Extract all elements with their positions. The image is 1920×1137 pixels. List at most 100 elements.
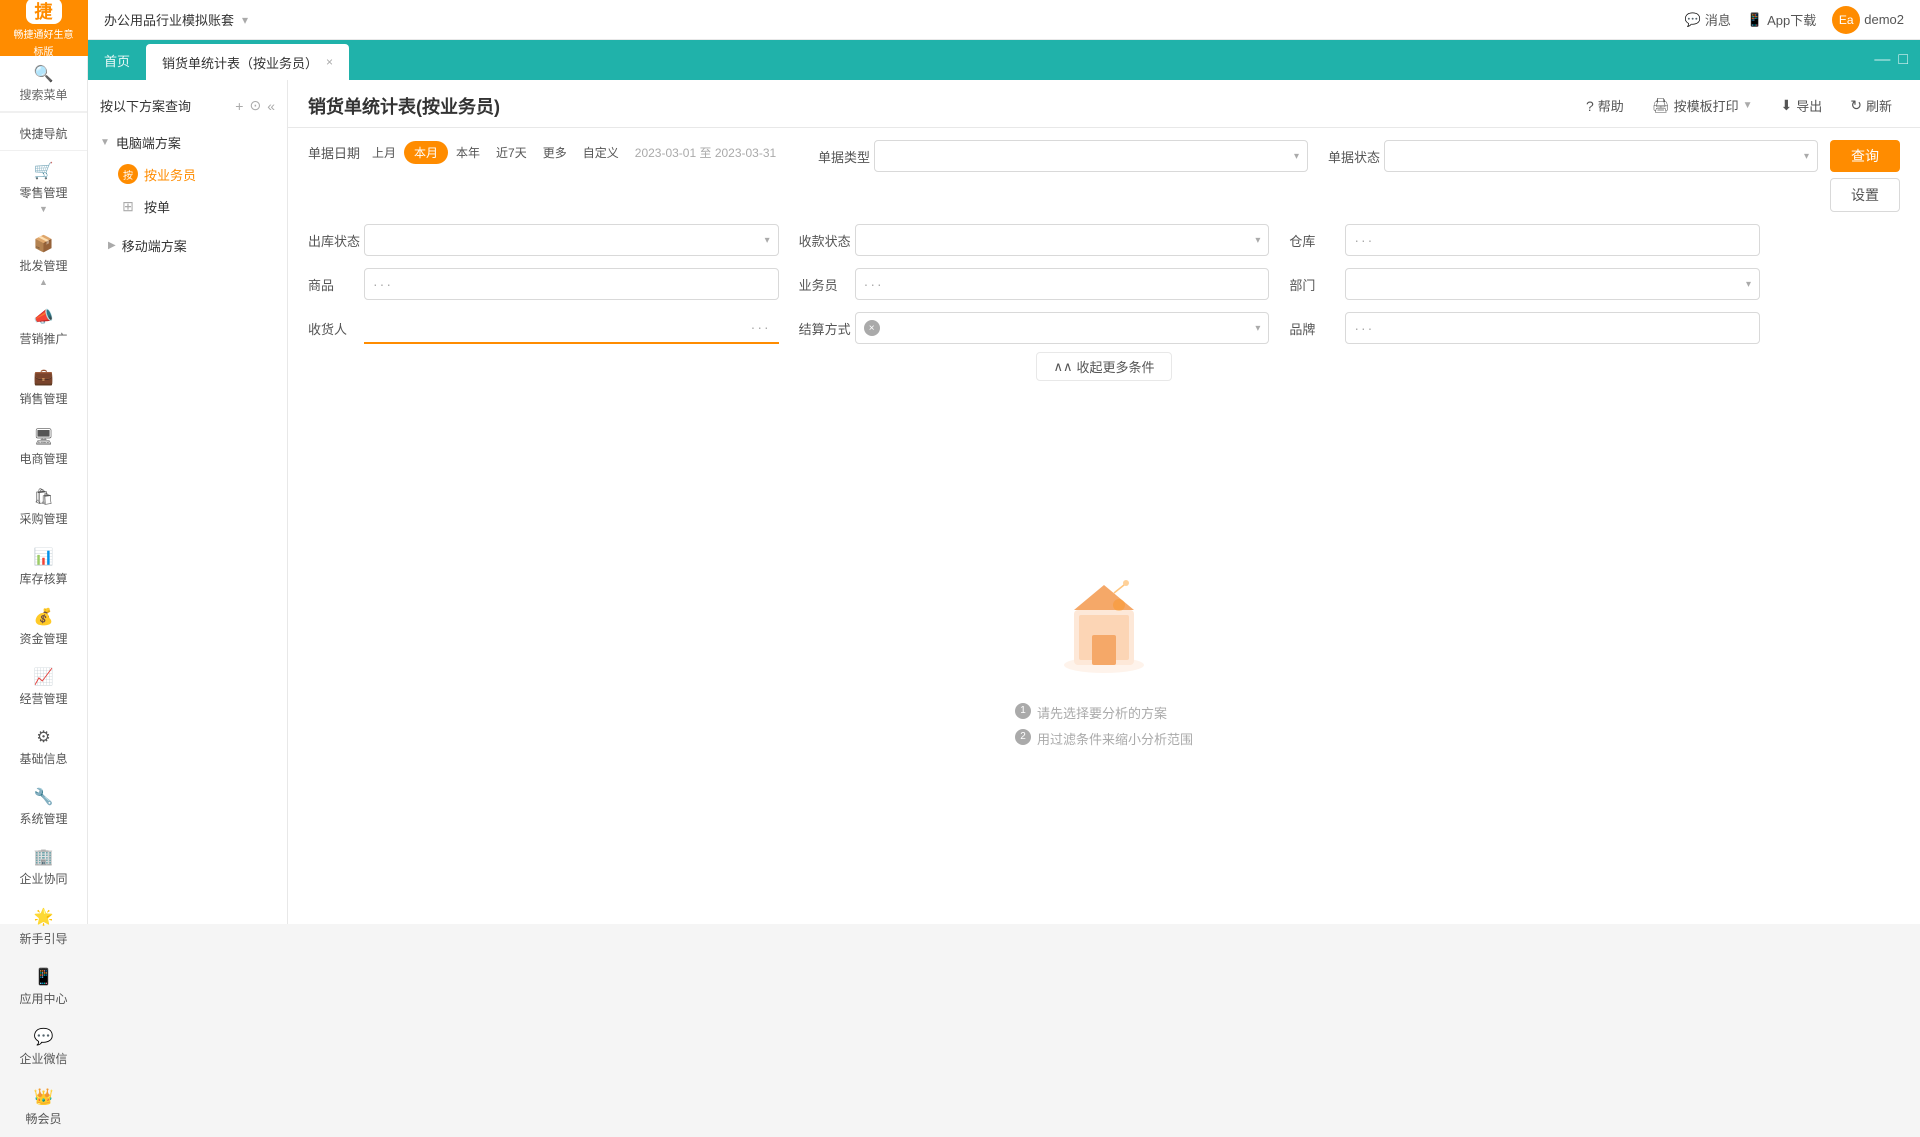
settlement-input[interactable]: × ▾ <box>855 312 1270 344</box>
quick-nav-label[interactable]: 快捷导航 <box>19 121 67 146</box>
date-tab-this-year[interactable]: 本年 <box>448 140 488 165</box>
breadcrumb-dropdown-icon[interactable]: ▾ <box>242 13 248 27</box>
settings-scheme-icon[interactable]: ⊙ <box>249 97 261 114</box>
sidebar-item-wholesale[interactable]: 📦 批发管理 ▲ <box>0 224 87 297</box>
settlement-dropdown-icon: ▾ <box>1255 323 1260 334</box>
system-icon: 🔧 <box>34 787 54 807</box>
left-panel-title: 按以下方案查询 <box>100 96 191 115</box>
department-input[interactable]: ▾ <box>1345 268 1760 300</box>
doc-type-input[interactable]: ▾ <box>874 140 1308 172</box>
basics-label: 基础信息 <box>19 750 67 767</box>
enterprise-label: 企业协同 <box>19 870 67 887</box>
collapse-more-button[interactable]: ∧∧ 收起更多条件 <box>1036 352 1171 381</box>
user-name: demo2 <box>1864 12 1904 27</box>
refresh-icon: ↻ <box>1850 97 1862 114</box>
tab-bar-controls: — □ <box>1874 51 1920 69</box>
collapse-panel-icon[interactable]: « <box>267 98 275 114</box>
receiver-input[interactable]: ··· <box>364 312 779 344</box>
sidebar-item-marketing[interactable]: 📣 营销推广 <box>0 297 87 357</box>
warehouse-input[interactable]: ··· <box>1345 224 1760 256</box>
logo-symbol: 捷 <box>35 0 53 24</box>
department-filter: 部门 ▾ <box>1289 268 1760 300</box>
message-action[interactable]: 💬 消息 <box>1685 10 1731 29</box>
page-header: 销货单统计表(按业务员) ? 帮助 🖨 按模板打印 ▼ ⬇ 导出 <box>288 80 1920 128</box>
sidebar-item-basics[interactable]: ⚙ 基础信息 <box>0 717 87 777</box>
date-tab-last-month[interactable]: 上月 <box>364 140 404 165</box>
doc-status-input[interactable]: ▾ <box>1384 140 1818 172</box>
receiver-dots: ··· <box>751 319 771 335</box>
sidebar-item-appcenter[interactable]: 📱 应用中心 <box>0 957 87 1017</box>
print-dropdown-icon[interactable]: ▼ <box>1743 100 1753 111</box>
payment-label: 收款状态 <box>799 231 855 250</box>
collapse-label: 收起更多条件 <box>1077 357 1155 376</box>
help-button[interactable]: ? 帮助 <box>1578 92 1632 119</box>
date-tab-custom[interactable]: 自定义 <box>575 140 627 165</box>
app-download-action[interactable]: 📱 App下载 <box>1747 10 1816 29</box>
refresh-button[interactable]: ↻ 刷新 <box>1842 92 1900 119</box>
export-button[interactable]: ⬇ 导出 <box>1773 92 1831 119</box>
collapse-up-icon: ∧∧ <box>1053 359 1072 375</box>
tip-item-2: 2 用过滤条件来缩小分析范围 <box>1015 727 1193 753</box>
retail-icon: 🛒 <box>34 161 54 181</box>
sidebar-item-enterprise[interactable]: 🏢 企业协同 <box>0 837 87 897</box>
doc-type-filter: 单据类型 ▾ <box>818 140 1308 172</box>
sidebar-item-retail[interactable]: 🛒 零售管理 ▼ <box>0 151 87 224</box>
right-panel: 销货单统计表(按业务员) ? 帮助 🖨 按模板打印 ▼ ⬇ 导出 <box>288 80 1920 924</box>
sidebar-item-finance[interactable]: 💰 资金管理 <box>0 597 87 657</box>
sidebar-item-purchase[interactable]: 🛍 采购管理 <box>0 477 87 537</box>
date-tab-7days[interactable]: 近7天 <box>488 140 535 165</box>
appcenter-icon: 📱 <box>34 967 54 987</box>
shipment-input[interactable]: ▾ <box>364 224 779 256</box>
tab-minimize-button[interactable]: — <box>1874 51 1890 69</box>
sidebar-item-sales[interactable]: 💼 销售管理 <box>0 357 87 417</box>
export-icon: ⬇ <box>1781 97 1793 114</box>
marketing-label: 营销推广 <box>19 330 67 347</box>
warehouse-label: 仓库 <box>1289 231 1345 250</box>
salesperson-label: 业务员 <box>799 275 855 294</box>
brand-input[interactable]: ··· <box>1345 312 1760 344</box>
user-profile[interactable]: Ea demo2 <box>1832 6 1904 34</box>
salesperson-input[interactable]: ··· <box>855 268 1270 300</box>
add-scheme-icon[interactable]: + <box>235 98 243 114</box>
tree-mobile-label: 移动端方案 <box>122 236 187 255</box>
settlement-clear-icon[interactable]: × <box>864 320 880 336</box>
finance-icon: 💰 <box>34 607 54 627</box>
tab-maximize-button[interactable]: □ <box>1898 51 1908 69</box>
tab-close-icon[interactable]: × <box>326 55 333 69</box>
sidebar-item-inventory[interactable]: 📊 库存核算 <box>0 537 87 597</box>
sidebar-item-system[interactable]: 🔧 系统管理 <box>0 777 87 837</box>
goods-input[interactable]: ··· <box>364 268 779 300</box>
query-button[interactable]: 查询 <box>1830 140 1900 172</box>
enterprise-icon: 🏢 <box>34 847 54 867</box>
brand-label: 品牌 <box>1289 319 1345 338</box>
tree-child-salesperson[interactable]: 按 按业务员 <box>88 158 287 190</box>
payment-input[interactable]: ▾ <box>855 224 1270 256</box>
date-tab-this-month[interactable]: 本月 <box>404 141 448 164</box>
content-area: 按以下方案查询 + ⊙ « ▼ 电脑端方案 按 按业务员 <box>88 80 1920 924</box>
tree-parent-mobile[interactable]: ▶ 移动端方案 <box>88 230 287 261</box>
shipment-filter: 出库状态 ▾ <box>308 224 779 256</box>
sidebar-item-newbie[interactable]: 🌟 新手引导 <box>0 897 87 957</box>
date-label: 单据日期 <box>308 143 364 162</box>
brand-dots: ··· <box>1354 320 1374 336</box>
date-tab-more[interactable]: 更多 <box>535 140 575 165</box>
doc-status-filter: 单据状态 ▾ <box>1328 140 1818 172</box>
sidebar-item-operations[interactable]: 📈 经营管理 <box>0 657 87 717</box>
app-download-label: App下载 <box>1767 10 1816 29</box>
sidebar-item-member[interactable]: 👑 畅会员 <box>0 1077 87 1137</box>
tree-parent-desktop[interactable]: ▼ 电脑端方案 <box>88 127 287 158</box>
sidebar-item-wechat[interactable]: 💬 企业微信 <box>0 1017 87 1077</box>
left-panel-header: 按以下方案查询 + ⊙ « <box>88 88 287 123</box>
help-icon: ? <box>1586 98 1594 114</box>
tab-active[interactable]: 销货单统计表（按业务员） × <box>146 44 349 80</box>
newbie-icon: 🌟 <box>34 907 54 927</box>
filter-row-3: 商品 ··· 业务员 ··· 部门 <box>308 268 1900 300</box>
print-button[interactable]: 🖨 按模板打印 ▼ <box>1644 92 1761 119</box>
date-range-display: 2023-03-01 至 2023-03-31 <box>635 144 776 161</box>
search-menu-button[interactable]: 🔍 搜索菜单 <box>19 64 67 103</box>
tree-child-by-order[interactable]: ⊞ 按单 <box>88 190 287 222</box>
sidebar-item-ecom[interactable]: 🖥 电商管理 <box>0 417 87 477</box>
settings-button[interactable]: 设置 <box>1830 178 1900 212</box>
tab-home[interactable]: 首页 <box>88 40 146 80</box>
newbie-label: 新手引导 <box>19 930 67 947</box>
